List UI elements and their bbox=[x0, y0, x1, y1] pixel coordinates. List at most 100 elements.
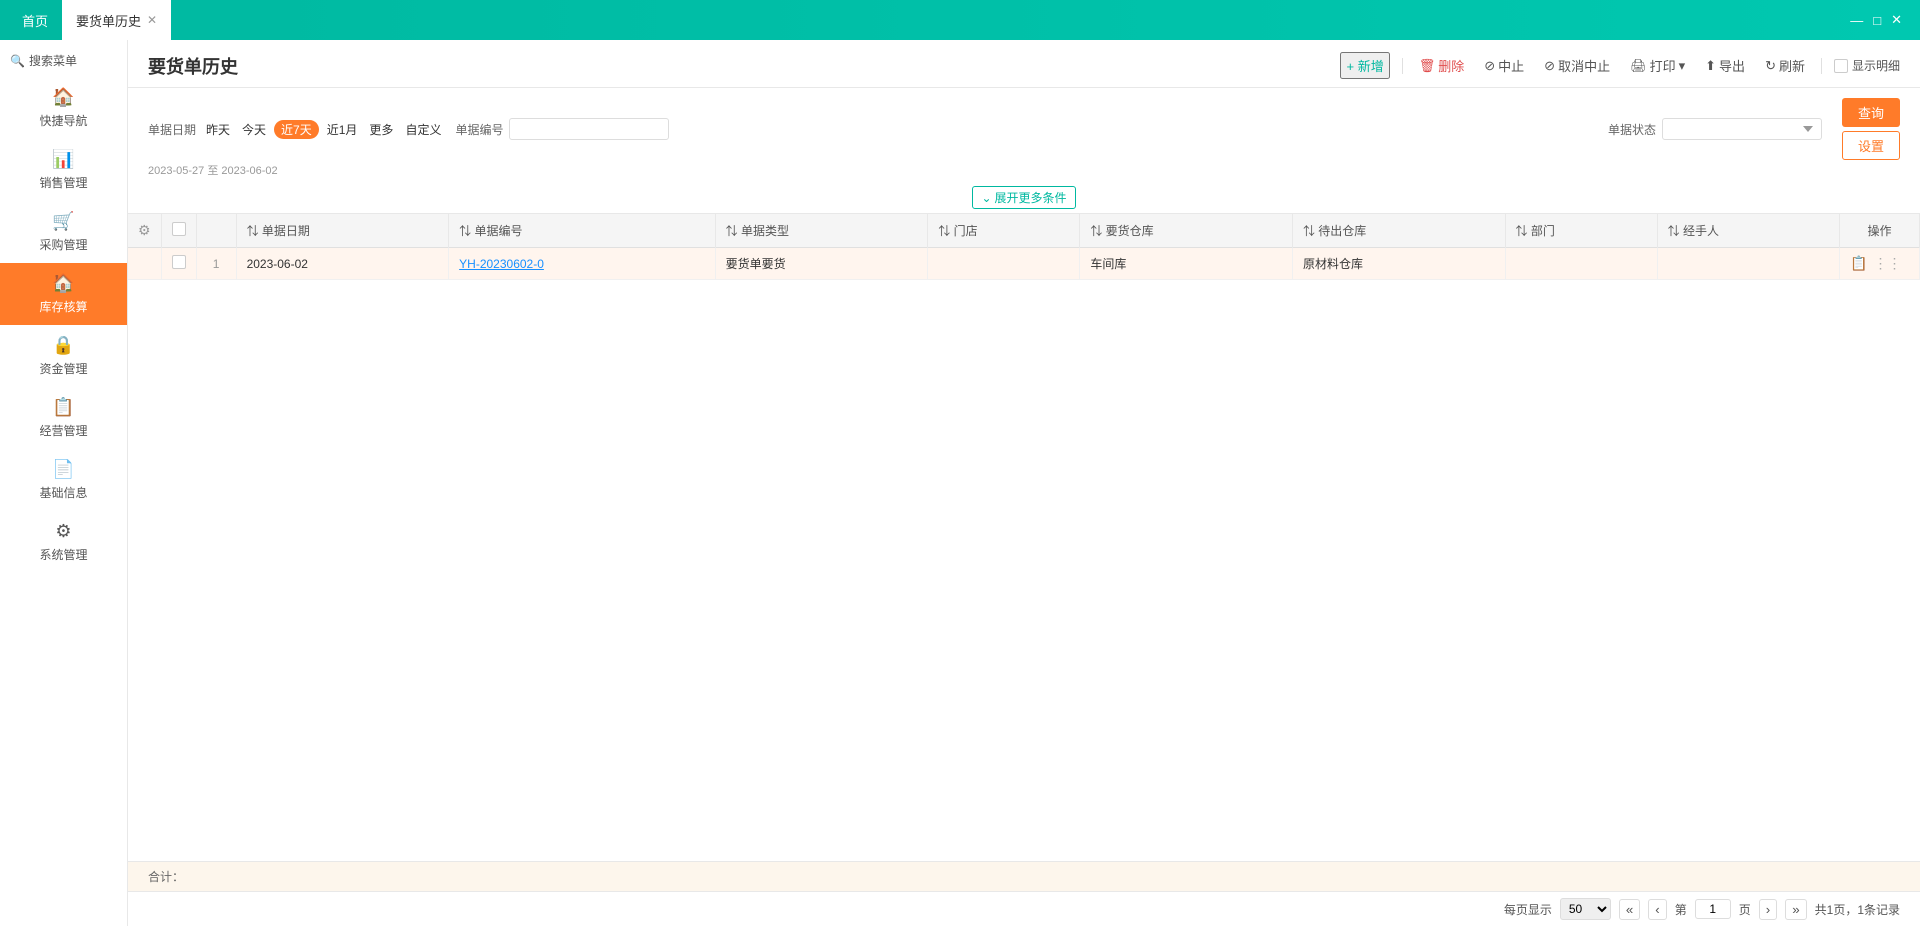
row-checkbox[interactable] bbox=[172, 255, 186, 269]
col-pending-warehouse[interactable]: ⇅ 待出仓库 bbox=[1292, 214, 1505, 248]
row-req-warehouse: 车间库 bbox=[1080, 248, 1293, 280]
row-edit-icon[interactable]: 📋 bbox=[1850, 255, 1867, 272]
toolbar: + 新增 🗑 删除 ⊘ 中止 ⊘ 取消中止 🖨 打印 ▾ bbox=[1340, 52, 1900, 79]
col-doc-type-label: ⇅ 单据类型 bbox=[726, 224, 789, 238]
tab-requisition-history[interactable]: 要货单历史 ✕ bbox=[62, 0, 171, 40]
cancel-stop-icon: ⊘ bbox=[1544, 58, 1555, 74]
table-row: 1 2023-06-02 YH-20230602-0 要货单要货 车间库 原材料… bbox=[128, 248, 1920, 280]
row-pending-warehouse: 原材料仓库 bbox=[1292, 248, 1505, 280]
window-close-btn[interactable]: ✕ bbox=[1891, 12, 1902, 28]
stop-button[interactable]: ⊘ 中止 bbox=[1480, 54, 1528, 77]
sidebar-item-basic-info[interactable]: 📄 基础信息 bbox=[0, 449, 127, 511]
tab-home[interactable]: 首页 bbox=[8, 0, 62, 40]
doc-number-input[interactable] bbox=[509, 118, 669, 140]
home-icon: 🏠 bbox=[52, 87, 74, 108]
print-dropdown-icon[interactable]: ▾ bbox=[1679, 58, 1686, 74]
row-num: 1 bbox=[196, 248, 236, 280]
shortcut-today[interactable]: 今天 bbox=[238, 120, 270, 139]
row-check-col bbox=[161, 248, 196, 280]
divider1 bbox=[1402, 58, 1403, 74]
shortcut-custom[interactable]: 自定义 bbox=[401, 120, 445, 139]
display-detail-toggle[interactable]: 显示明细 bbox=[1834, 57, 1900, 74]
refresh-icon: ↻ bbox=[1765, 58, 1776, 74]
table-area: ⚙ ⇅ 单据日期 ⇅ 单据编号 ⇅ 单据类型 bbox=[128, 214, 1920, 861]
shortcut-more[interactable]: 更多 bbox=[365, 120, 397, 139]
row-store bbox=[928, 248, 1080, 280]
sidebar-item-capital-mgmt[interactable]: 🔒 资金管理 bbox=[0, 325, 127, 387]
col-doc-number-label: ⇅ 单据编号 bbox=[459, 224, 522, 238]
row-doc-number: YH-20230602-0 bbox=[449, 248, 716, 280]
per-page-select[interactable]: 50 20 100 200 bbox=[1560, 898, 1611, 920]
prev-page-btn[interactable]: ‹ bbox=[1648, 899, 1666, 920]
export-icon: ⬆ bbox=[1705, 58, 1716, 74]
row-handler bbox=[1657, 248, 1839, 280]
col-doc-number[interactable]: ⇅ 单据编号 bbox=[449, 214, 716, 248]
date-filter-group: 单据日期 昨天 今天 近7天 近1月 更多 自定义 bbox=[148, 120, 445, 139]
sidebar-item-ops-mgmt[interactable]: 📋 经营管理 bbox=[0, 387, 127, 449]
doc-status-select[interactable] bbox=[1662, 118, 1822, 140]
page-input[interactable] bbox=[1695, 899, 1731, 919]
doc-number-filter-group: 单据编号 bbox=[455, 118, 669, 140]
stop-icon: ⊘ bbox=[1484, 58, 1495, 74]
window-controls: — □ ✕ bbox=[1850, 12, 1912, 28]
col-store[interactable]: ⇅ 门店 bbox=[928, 214, 1080, 248]
refresh-button[interactable]: ↻ 刷新 bbox=[1761, 54, 1809, 77]
total-info: 共1页，1条记录 bbox=[1815, 901, 1900, 918]
export-button[interactable]: ⬆ 导出 bbox=[1701, 54, 1749, 77]
print-button[interactable]: 🖨 打印 ▾ bbox=[1626, 54, 1689, 77]
settings-button[interactable]: 设置 bbox=[1842, 131, 1900, 160]
col-doc-type[interactable]: ⇅ 单据类型 bbox=[715, 214, 928, 248]
maximize-btn[interactable]: □ bbox=[1873, 13, 1881, 28]
page-header: 要货单历史 + 新增 🗑 删除 ⊘ 中止 ⊘ 取消中止 🖨 打 bbox=[128, 40, 1920, 88]
col-settings[interactable]: ⚙ bbox=[128, 214, 161, 248]
search-menu-item[interactable]: 🔍 搜索菜单 bbox=[0, 44, 127, 77]
col-doc-date[interactable]: ⇅ 单据日期 bbox=[236, 214, 449, 248]
row-dept bbox=[1505, 248, 1657, 280]
print-icon: 🖨 bbox=[1630, 58, 1647, 74]
col-store-label: ⇅ 门店 bbox=[938, 224, 977, 238]
inventory-icon: 🏠 bbox=[52, 273, 74, 294]
shortcut-1month[interactable]: 近1月 bbox=[323, 120, 362, 139]
shortcut-yesterday[interactable]: 昨天 bbox=[202, 120, 234, 139]
last-page-btn[interactable]: » bbox=[1785, 899, 1806, 920]
col-handler[interactable]: ⇅ 经手人 bbox=[1657, 214, 1839, 248]
checkbox-display[interactable] bbox=[1834, 59, 1848, 73]
doc-number-link[interactable]: YH-20230602-0 bbox=[459, 257, 544, 271]
col-settings-icon[interactable]: ⚙ bbox=[138, 222, 151, 238]
sidebar: 🔍 搜索菜单 🏠 快捷导航 📊 销售管理 🛒 采购管理 🏠 库存核算 🔒 资金管… bbox=[0, 40, 128, 926]
col-ops: 操作 bbox=[1840, 214, 1920, 248]
requisition-table: ⚙ ⇅ 单据日期 ⇅ 单据编号 ⇅ 单据类型 bbox=[128, 214, 1920, 280]
expand-bar: ⌄ 展开更多条件 bbox=[148, 182, 1900, 213]
row-more-icon[interactable]: ⋮⋮ bbox=[1873, 255, 1901, 272]
purchase-icon: 🛒 bbox=[52, 211, 74, 232]
col-req-warehouse[interactable]: ⇅ 要货仓库 bbox=[1080, 214, 1293, 248]
sidebar-item-sys-mgmt[interactable]: ⚙ 系统管理 bbox=[0, 511, 127, 573]
col-dept[interactable]: ⇅ 部门 bbox=[1505, 214, 1657, 248]
sidebar-item-sales-mgmt[interactable]: 📊 销售管理 bbox=[0, 139, 127, 201]
sidebar-item-inventory-calc[interactable]: 🏠 库存核算 bbox=[0, 263, 127, 325]
query-button[interactable]: 查询 bbox=[1842, 98, 1900, 127]
new-button[interactable]: + 新增 bbox=[1340, 52, 1389, 79]
top-bar: 首页 要货单历史 ✕ — □ ✕ bbox=[0, 0, 1920, 40]
col-req-warehouse-label: ⇅ 要货仓库 bbox=[1090, 224, 1153, 238]
footer-bar: 合计： bbox=[128, 861, 1920, 891]
minimize-btn[interactable]: — bbox=[1850, 13, 1863, 28]
table-header-row: ⚙ ⇅ 单据日期 ⇅ 单据编号 ⇅ 单据类型 bbox=[128, 214, 1920, 248]
close-tab-icon[interactable]: ✕ bbox=[147, 13, 157, 27]
date-range-display: 2023-05-27 至 2023-06-02 bbox=[148, 162, 1900, 182]
first-page-btn[interactable]: « bbox=[1619, 899, 1640, 920]
expand-filter-btn[interactable]: ⌄ 展开更多条件 bbox=[972, 186, 1075, 209]
shortcut-7days[interactable]: 近7天 bbox=[274, 120, 319, 139]
select-all-checkbox[interactable] bbox=[172, 222, 186, 236]
doc-status-filter-group: 单据状态 bbox=[1608, 118, 1822, 140]
sidebar-item-purchase-mgmt[interactable]: 🛒 采购管理 bbox=[0, 201, 127, 263]
cancel-stop-button[interactable]: ⊘ 取消中止 bbox=[1540, 54, 1614, 77]
filter-section: 单据日期 昨天 今天 近7天 近1月 更多 自定义 单据编号 单据状态 bbox=[128, 88, 1920, 214]
chevron-down-icon: ⌄ bbox=[981, 191, 991, 205]
col-pending-warehouse-label: ⇅ 待出仓库 bbox=[1303, 224, 1366, 238]
total-label: 合计： bbox=[148, 868, 184, 885]
page-suffix: 页 bbox=[1739, 901, 1751, 918]
delete-button[interactable]: 🗑 删除 bbox=[1415, 54, 1469, 77]
next-page-btn[interactable]: › bbox=[1759, 899, 1777, 920]
sidebar-item-quick-nav[interactable]: 🏠 快捷导航 bbox=[0, 77, 127, 139]
